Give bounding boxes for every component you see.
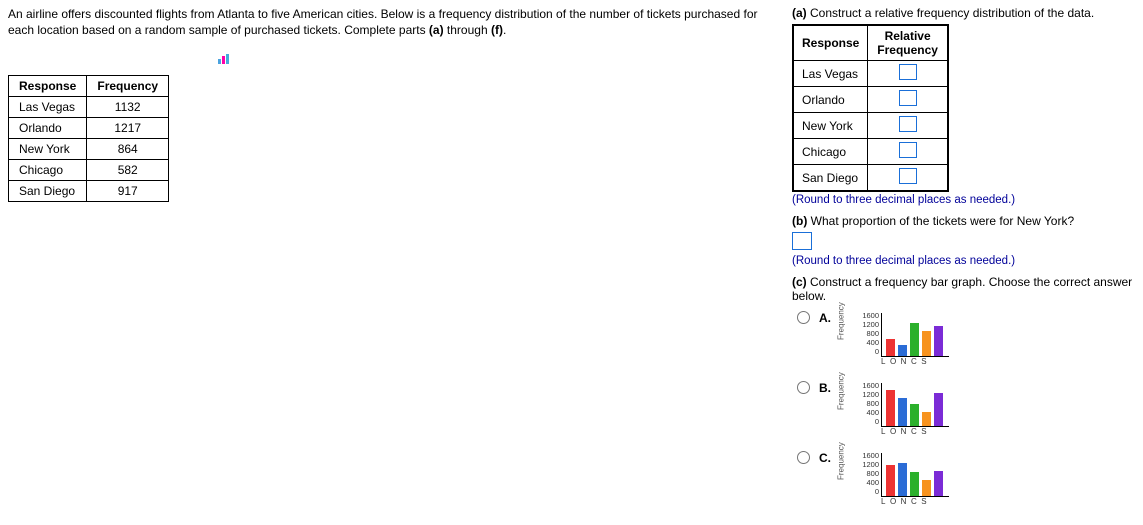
rel-freq-input-lasvegas[interactable] — [899, 64, 917, 80]
plot-area — [881, 383, 949, 427]
xticks: LONCS — [881, 357, 931, 366]
part-c-choices: A. Frequency 160012008004000 LONCS — [792, 309, 1135, 511]
bar — [934, 471, 943, 496]
ylabel: Frequency — [837, 372, 846, 410]
yticks: 160012008004000 — [857, 451, 879, 496]
part-b-question: (b) What proportion of the tickets were … — [792, 214, 1135, 228]
part-b-text: What proportion of the tickets were for … — [807, 214, 1074, 228]
freq-h1: Response — [9, 76, 87, 97]
choice-c-label: C. — [819, 451, 835, 465]
prompt-text-a: An airline offers discounted flights fro… — [8, 7, 758, 37]
radio-option-b[interactable] — [797, 381, 810, 394]
bar — [886, 339, 895, 356]
yticks: 160012008004000 — [857, 381, 879, 426]
prompt-text-c: . — [503, 23, 506, 37]
bar — [886, 390, 895, 426]
frequency-table: Response Frequency Las Vegas1132 Orlando… — [8, 75, 169, 202]
ylabel: Frequency — [837, 442, 846, 480]
bar — [934, 326, 943, 356]
rel-freq-input-orlando[interactable] — [899, 90, 917, 106]
table-row: San Diego917 — [9, 181, 169, 202]
left-column: An airline offers discounted flights fro… — [8, 6, 778, 519]
right-column: (a) Construct a relative frequency distr… — [792, 6, 1135, 519]
bar — [910, 404, 919, 426]
rel-freq-input-sandiego[interactable] — [899, 168, 917, 184]
choice-c: C. Frequency 160012008004000 LONCS — [792, 449, 1135, 511]
choice-b: B. Frequency 160012008004000 LONCS — [792, 379, 1135, 441]
table-row: Orlando — [793, 87, 948, 113]
part-a-label: (a) — [792, 6, 807, 20]
table-row: New York — [793, 113, 948, 139]
bar — [922, 331, 931, 356]
bar — [910, 323, 919, 356]
table-row: Chicago — [793, 139, 948, 165]
plot-area — [881, 313, 949, 357]
bar — [934, 393, 943, 426]
mini-chart-a: Frequency 160012008004000 LONCS — [845, 309, 955, 371]
problem-statement: An airline offers discounted flights fro… — [8, 6, 778, 38]
part-c-question: (c) Construct a frequency bar graph. Cho… — [792, 275, 1135, 303]
part-a-question: (a) Construct a relative frequency distr… — [792, 6, 1135, 20]
plot-area — [881, 453, 949, 497]
bar — [922, 412, 931, 426]
table-row: New York864 — [9, 139, 169, 160]
prompt-text-b: through — [444, 23, 491, 37]
part-a-note: (Round to three decimal places as needed… — [792, 194, 1135, 206]
bar — [898, 463, 907, 496]
part-c-label: (c) — [792, 275, 807, 289]
table-row: Las Vegas — [793, 61, 948, 87]
part-b-label: (b) — [792, 214, 807, 228]
bar — [898, 345, 907, 356]
rel-h1: Response — [793, 25, 868, 61]
table-row: San Diego — [793, 165, 948, 192]
part-b-note: (Round to three decimal places as needed… — [792, 255, 1135, 267]
rel-freq-input-chicago[interactable] — [899, 142, 917, 158]
choice-a-label: A. — [819, 311, 835, 325]
table-row: Las Vegas1132 — [9, 97, 169, 118]
ylabel: Frequency — [837, 302, 846, 340]
part-c-text: Construct a frequency bar graph. Choose … — [792, 275, 1132, 303]
part-a-text: Construct a relative frequency distribut… — [807, 6, 1095, 20]
bar — [922, 480, 931, 496]
bar — [910, 472, 919, 496]
xticks: LONCS — [881, 427, 931, 436]
choice-a: A. Frequency 160012008004000 LONCS — [792, 309, 1135, 371]
freq-h2: Frequency — [87, 76, 169, 97]
choice-b-label: B. — [819, 381, 835, 395]
prompt-bold-a: (a) — [429, 23, 444, 37]
relative-freq-table: Response Relative Frequency Las Vegas Or… — [792, 24, 949, 192]
data-table-icon[interactable] — [218, 54, 232, 64]
table-row: Orlando1217 — [9, 118, 169, 139]
mini-chart-c: Frequency 160012008004000 LONCS — [845, 449, 955, 511]
bar — [886, 465, 895, 496]
table-row: Chicago582 — [9, 160, 169, 181]
rel-h2: Relative Frequency — [868, 25, 948, 61]
yticks: 160012008004000 — [857, 311, 879, 356]
radio-option-a[interactable] — [797, 311, 810, 324]
bar — [898, 398, 907, 426]
prompt-bold-f: (f) — [491, 23, 503, 37]
radio-option-c[interactable] — [797, 451, 810, 464]
mini-chart-b: Frequency 160012008004000 LONCS — [845, 379, 955, 441]
rel-freq-input-newyork[interactable] — [899, 116, 917, 132]
part-b-input[interactable] — [792, 232, 812, 250]
